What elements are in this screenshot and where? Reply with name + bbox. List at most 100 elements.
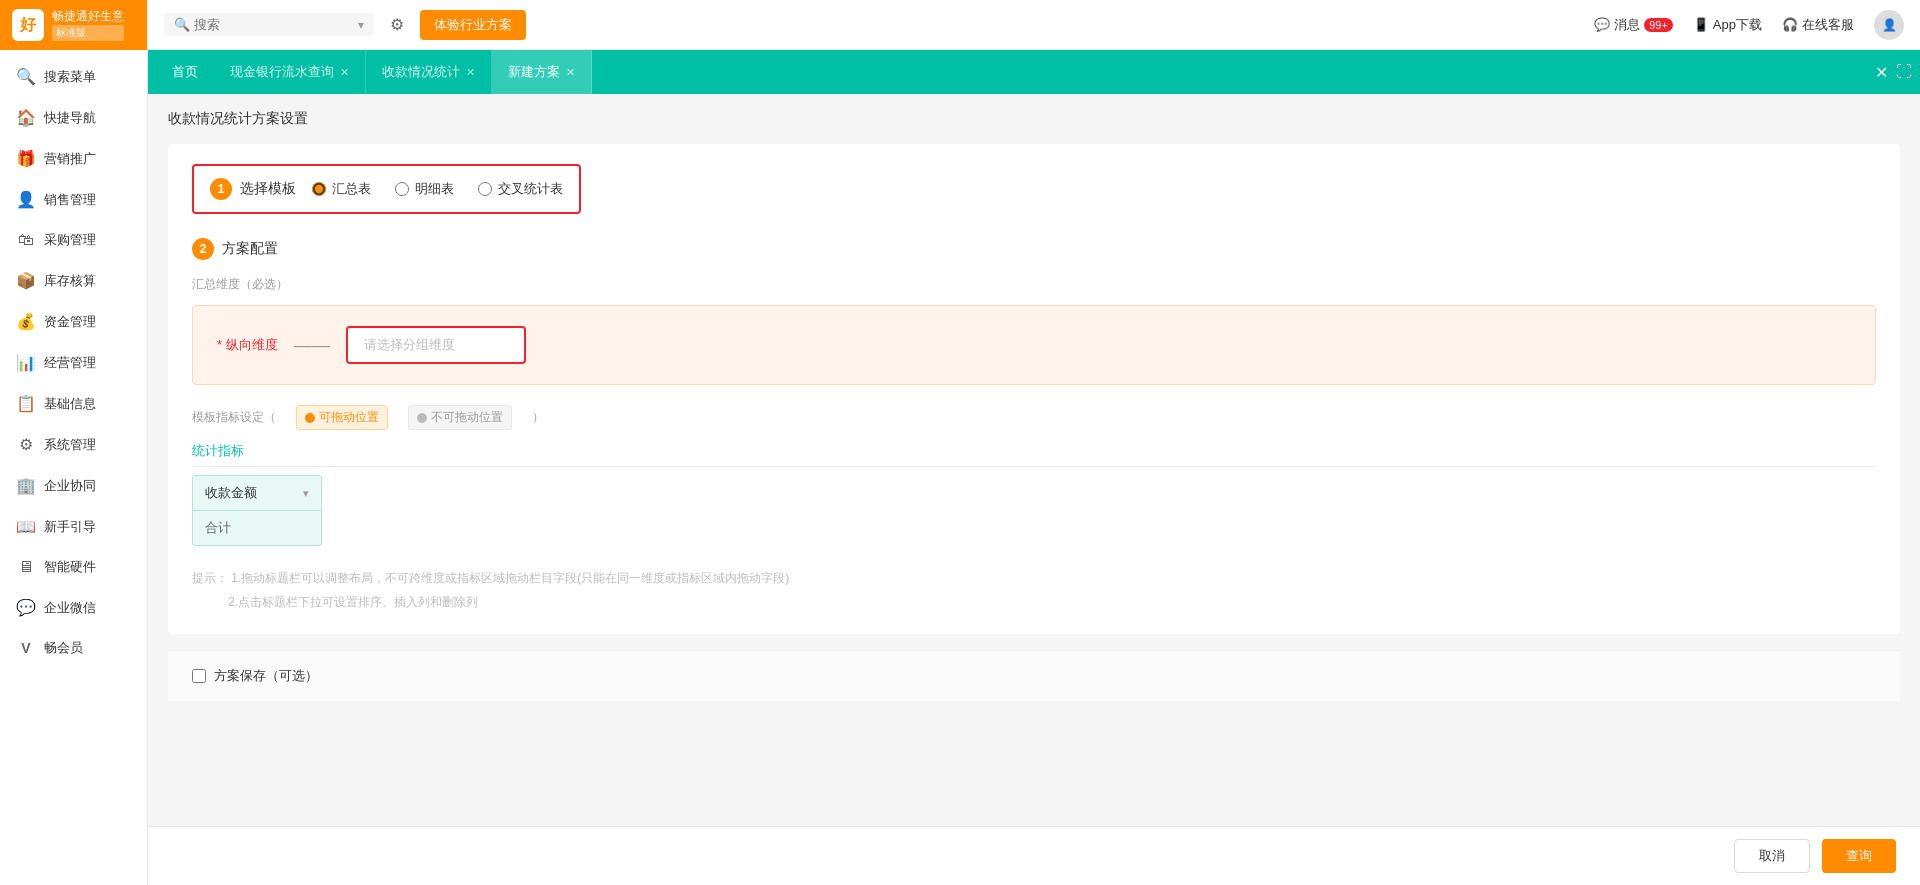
online-support-label: 在线客服 — [1802, 16, 1854, 34]
sidebar-item-label: 资金管理 — [44, 313, 96, 331]
close-icon[interactable]: ✕ — [566, 66, 575, 79]
sidebar-item-label: 快捷导航 — [44, 109, 96, 127]
template-summary[interactable]: 汇总表 — [312, 180, 371, 198]
sidebar-item-label: 企业协同 — [44, 477, 96, 495]
radio-cross[interactable] — [478, 182, 492, 196]
tab-new-plan[interactable]: 新建方案 ✕ — [492, 50, 592, 94]
sidebar-item-member[interactable]: V 畅会员 — [0, 628, 147, 668]
maximize-icon[interactable]: ⛶ — [1896, 63, 1912, 81]
sidebar-item-smart-hw[interactable]: 🖥 智能硬件 — [0, 547, 147, 587]
home-icon: 🏠 — [16, 108, 36, 127]
close-icon[interactable]: ✕ — [340, 66, 349, 79]
footer: 取消 查询 — [148, 826, 1920, 885]
chat-icon: 💬 — [16, 598, 36, 617]
message-icon: 💬 — [1594, 17, 1610, 32]
chevron-down-icon: ▾ — [303, 487, 309, 500]
arrow-icon: —— — [294, 335, 330, 356]
clipboard-icon: 📋 — [16, 394, 36, 413]
step1-title: 选择模板 — [240, 180, 296, 198]
building-icon: 🏢 — [16, 476, 36, 495]
radio-detail[interactable] — [395, 182, 409, 196]
metric-item-body: 合计 — [193, 511, 321, 545]
tab-home[interactable]: 首页 — [156, 50, 214, 94]
tab-receipt-stats[interactable]: 收款情况统计 ✕ — [366, 50, 492, 94]
tip1: 提示： 1.拖动标题栏可以调整布局，不可跨维度或指标区域拖动栏目字段(只能在同一… — [192, 566, 1876, 590]
sidebar-item-sales[interactable]: 👤 销售管理 — [0, 179, 147, 220]
tabs-right-actions: ✕ ⛶ — [1875, 63, 1912, 82]
step1-section: 1 选择模板 汇总表 明细表 — [192, 164, 1876, 214]
sidebar-item-inventory[interactable]: 📦 库存核算 — [0, 260, 147, 301]
close-icon[interactable]: ✕ — [466, 66, 475, 79]
sidebar-nav: 🔍 搜索菜单 🏠 快捷导航 🎁 营销推广 👤 销售管理 🛍 采购管理 📦 库存核… — [0, 50, 147, 885]
notifications-btn[interactable]: 💬 消息 99+ — [1594, 16, 1673, 34]
radio-summary[interactable] — [312, 182, 326, 196]
notifications-label: 消息 — [1614, 16, 1640, 34]
tab-cash-flow[interactable]: 现金银行流水查询 ✕ — [214, 50, 366, 94]
sidebar-item-finance[interactable]: 💰 资金管理 — [0, 301, 147, 342]
settings-icon[interactable]: ⚙ — [390, 15, 404, 34]
metric-item-header[interactable]: 收款金额 ▾ — [193, 476, 321, 511]
metrics-settings-label: 模板指标设定（ — [192, 409, 276, 426]
step2-section: 2 方案配置 汇总维度（必选） * 纵向维度 —— 请选择分组维度 — [192, 238, 1876, 614]
avatar[interactable]: 👤 — [1874, 10, 1904, 40]
cross-label: 交叉统计表 — [498, 180, 563, 198]
draggable-label: 可拖动位置 — [319, 409, 379, 426]
box-icon: 📦 — [16, 271, 36, 290]
sidebar-item-marketing[interactable]: 🎁 营销推广 — [0, 138, 147, 179]
monitor-icon: 🖥 — [16, 558, 36, 576]
sidebar-item-search-menu[interactable]: 🔍 搜索菜单 — [0, 56, 147, 97]
book-icon: 📖 — [16, 517, 36, 536]
sidebar-item-label: 系统管理 — [44, 436, 96, 454]
vip-icon: V — [16, 640, 36, 656]
cancel-button[interactable]: 取消 — [1734, 839, 1810, 873]
sidebar-item-label: 基础信息 — [44, 395, 96, 413]
metric-header-text: 收款金额 — [205, 484, 257, 502]
search-box[interactable]: 🔍 ▾ — [164, 13, 374, 36]
money-icon: 💰 — [16, 312, 36, 331]
vertical-dimension-label: * 纵向维度 — [217, 336, 278, 354]
draggable-tag: 可拖动位置 — [296, 405, 388, 430]
headset-icon: 🎧 — [1782, 17, 1798, 32]
metric-body-text: 合计 — [205, 520, 231, 535]
sidebar-item-sys-mgmt[interactable]: ⚙ 系统管理 — [0, 424, 147, 465]
search-menu-icon: 🔍 — [16, 67, 36, 86]
draggable-dot — [305, 413, 315, 423]
logo-icon: 好 — [12, 9, 44, 41]
sidebar-item-quick-nav[interactable]: 🏠 快捷导航 — [0, 97, 147, 138]
sidebar-item-purchase[interactable]: 🛍 采购管理 — [0, 220, 147, 260]
logo-title: 畅捷通好生意 — [52, 9, 124, 25]
online-support-btn[interactable]: 🎧 在线客服 — [1782, 16, 1854, 34]
save-option-row: 方案保存（可选） — [168, 650, 1900, 701]
sidebar-item-operations[interactable]: 📊 经营管理 — [0, 342, 147, 383]
dimension-config-label: 汇总维度（必选） — [192, 276, 1876, 293]
gift-icon: 🎁 — [16, 149, 36, 168]
template-step-box: 1 选择模板 汇总表 明细表 — [192, 164, 581, 214]
main-area: 🔍 ▾ ⚙ 体验行业方案 💬 消息 99+ 📱 App下载 🎧 在线客服 👤 — [148, 0, 1920, 885]
dimension-row: * 纵向维度 —— 请选择分组维度 — [217, 326, 1851, 364]
close-bracket: ） — [532, 409, 544, 426]
query-button[interactable]: 查询 — [1822, 839, 1896, 873]
trial-button[interactable]: 体验行业方案 — [420, 10, 526, 40]
metrics-header: 模板指标设定（ 可拖动位置 不可拖动位置 ） — [192, 405, 1876, 430]
dimension-title: 汇总维度（必选） — [192, 277, 288, 291]
chart-icon: 📊 — [16, 353, 36, 372]
save-checkbox[interactable] — [192, 669, 206, 683]
app-download-btn[interactable]: 📱 App下载 — [1693, 16, 1762, 34]
sidebar-item-enterprise[interactable]: 🏢 企业协同 — [0, 465, 147, 506]
dimension-select[interactable]: 请选择分组维度 — [346, 326, 526, 364]
save-label: 方案保存（可选） — [214, 667, 318, 685]
template-cross[interactable]: 交叉统计表 — [478, 180, 563, 198]
sidebar-item-enterprise-wechat[interactable]: 💬 企业微信 — [0, 587, 147, 628]
sidebar-item-new-guide[interactable]: 📖 新手引导 — [0, 506, 147, 547]
search-input[interactable] — [194, 17, 354, 32]
search-icon: 🔍 — [174, 17, 190, 32]
tip2: 2.点击标题栏下拉可设置排序、插入列和删除列 — [192, 590, 1876, 614]
dimension-placeholder: 请选择分组维度 — [364, 337, 455, 352]
sidebar-item-label: 企业微信 — [44, 599, 96, 617]
close-window-icon[interactable]: ✕ — [1875, 63, 1888, 82]
template-detail[interactable]: 明细表 — [395, 180, 454, 198]
sidebar-item-basic-info[interactable]: 📋 基础信息 — [0, 383, 147, 424]
chevron-down-icon[interactable]: ▾ — [358, 18, 364, 32]
avatar-icon: 👤 — [1882, 18, 1897, 32]
metric-item: 收款金额 ▾ 合计 — [192, 475, 322, 546]
